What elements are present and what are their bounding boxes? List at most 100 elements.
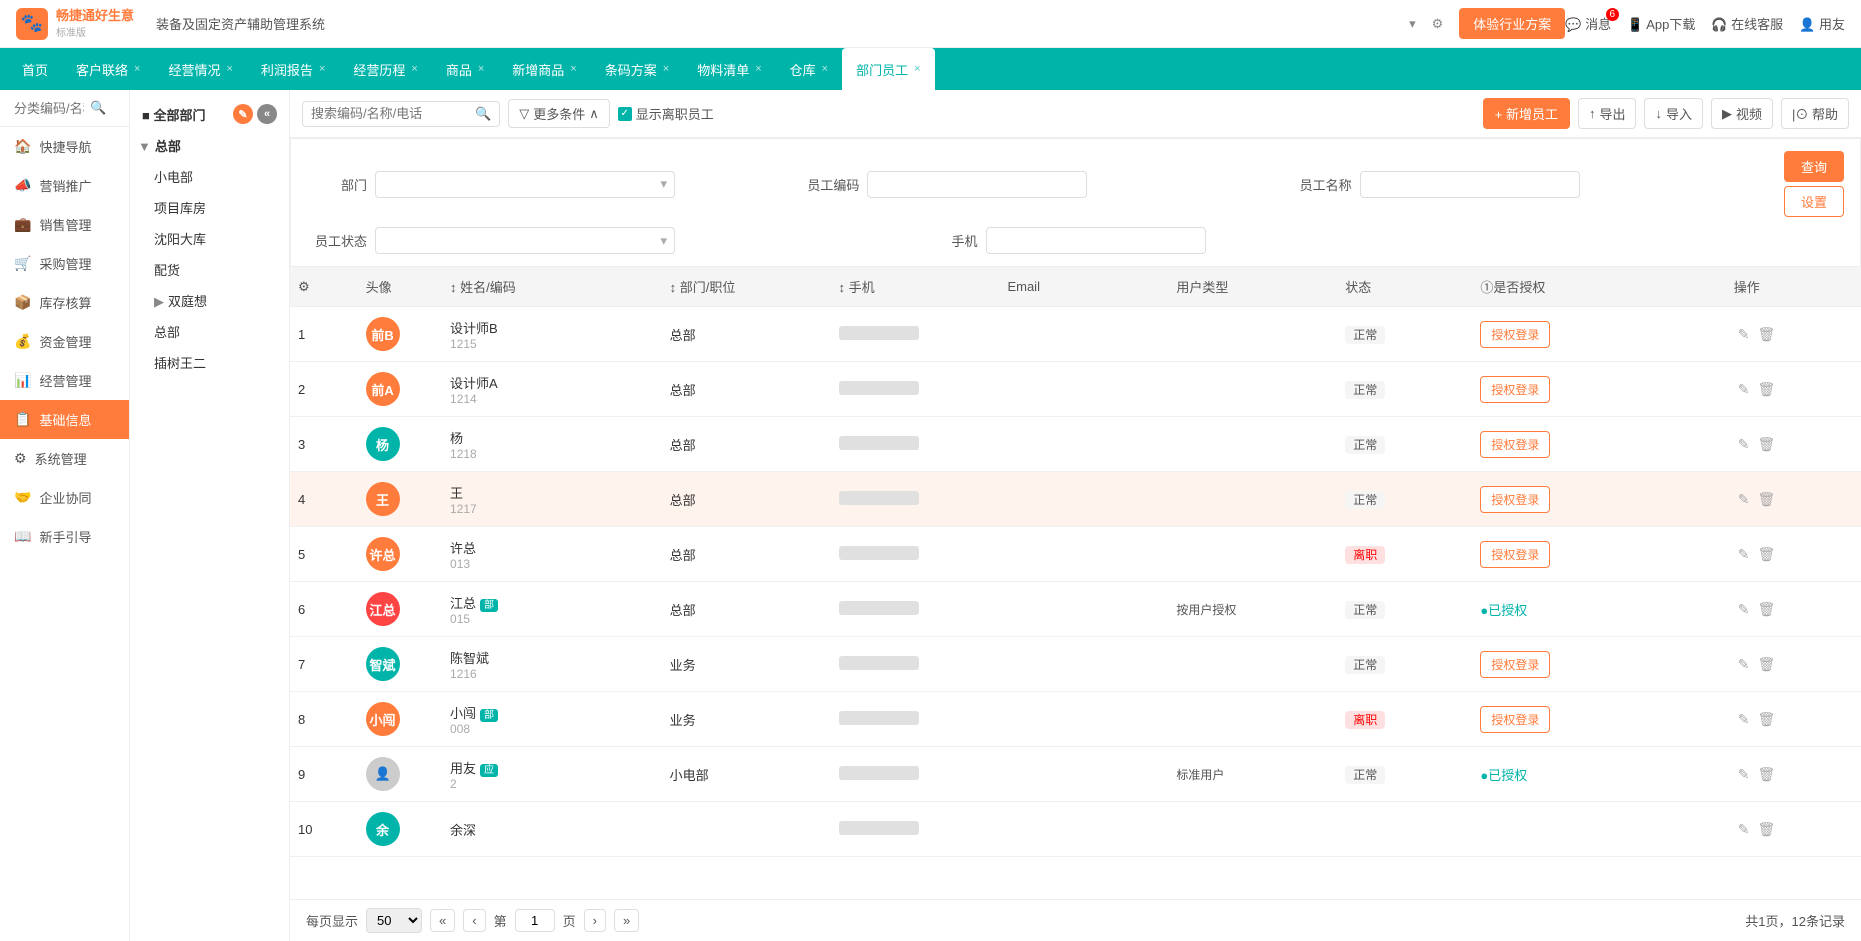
cell-auth[interactable]: 授权登录 — [1472, 637, 1725, 692]
edit-btn[interactable]: ✎ — [1734, 709, 1754, 730]
prev-page-btn[interactable]: ‹ — [463, 909, 485, 932]
edit-btn[interactable]: ✎ — [1734, 764, 1754, 785]
cell-auth[interactable] — [1472, 802, 1725, 857]
sidebar-item-ops[interactable]: 📊经营管理 — [0, 361, 129, 400]
nav-tab-商品[interactable]: 商品× — [432, 48, 498, 90]
sidebar-item-purchase[interactable]: 🛒采购管理 — [0, 244, 129, 283]
close-tab-icon[interactable]: × — [663, 63, 669, 75]
filter-status-select[interactable] — [375, 227, 675, 254]
show-resigned[interactable]: ✓ 显示离职员工 — [618, 104, 714, 123]
search-icon[interactable]: 🔍 — [475, 106, 491, 122]
edit-btn[interactable]: ✎ — [1734, 654, 1754, 675]
filter-dept-select[interactable] — [375, 171, 675, 198]
nav-tab-部门员工[interactable]: 部门员工× — [842, 48, 934, 90]
query-btn[interactable]: 查询 — [1784, 151, 1844, 182]
sidebar-item-system[interactable]: ⚙系统管理 — [0, 439, 129, 478]
auth-btn[interactable]: 授权登录 — [1480, 486, 1550, 513]
auth-btn[interactable]: 授权登录 — [1480, 706, 1550, 733]
dept-item-6[interactable]: 总部 — [130, 316, 289, 347]
cell-auth[interactable]: 授权登录 — [1472, 692, 1725, 747]
th-phone[interactable]: ↕ 手机 — [831, 267, 1000, 307]
nav-tab-物料清单[interactable]: 物料清单× — [683, 48, 775, 90]
close-tab-icon[interactable]: × — [134, 63, 140, 75]
delete-btn[interactable]: 🗑 — [1754, 599, 1780, 620]
nav-tab-经营历程[interactable]: 经营历程× — [339, 48, 431, 90]
sidebar-item-basic[interactable]: 📋基础信息 — [0, 400, 129, 439]
msg-btn[interactable]: 💬 6 消息 — [1565, 14, 1611, 33]
page-input[interactable] — [515, 909, 555, 932]
filter-empname-input[interactable] — [1360, 171, 1580, 198]
page-size-select[interactable]: 50 100 200 — [366, 908, 422, 933]
filter-phone-input[interactable] — [986, 227, 1206, 254]
expand-icon[interactable]: ▾ — [1409, 16, 1416, 32]
filter-empcode-input[interactable] — [867, 171, 1087, 198]
close-tab-icon[interactable]: × — [226, 63, 232, 75]
nav-tab-新增商品[interactable]: 新增商品× — [498, 48, 590, 90]
sidebar-item-corp[interactable]: 🤝企业协同 — [0, 478, 129, 517]
nav-tab-条码方案[interactable]: 条码方案× — [591, 48, 683, 90]
delete-btn[interactable]: 🗑 — [1754, 379, 1780, 400]
show-resigned-checkbox[interactable]: ✓ — [618, 107, 632, 121]
app-download[interactable]: 📱 App下载 — [1627, 14, 1695, 33]
nav-tab-利润报告[interactable]: 利润报告× — [247, 48, 339, 90]
auth-btn[interactable]: 授权登录 — [1480, 376, 1550, 403]
th-name[interactable]: ↕ 姓名/编码 — [442, 267, 662, 307]
delete-btn[interactable]: 🗑 — [1754, 819, 1780, 840]
setting-btn[interactable]: 设置 — [1784, 186, 1844, 217]
delete-btn[interactable]: 🗑 — [1754, 489, 1780, 510]
delete-btn[interactable]: 🗑 — [1754, 324, 1780, 345]
search-input[interactable] — [311, 106, 471, 121]
sidebar-item-quick[interactable]: 🏠快捷导航 — [0, 127, 129, 166]
nav-tab-客户联络[interactable]: 客户联络× — [62, 48, 154, 90]
sidebar-item-guide[interactable]: 📖新手引导 — [0, 517, 129, 556]
close-tab-icon[interactable]: × — [319, 63, 325, 75]
close-tab-icon[interactable]: × — [411, 63, 417, 75]
add-employee-button[interactable]: + 新增员工 — [1483, 98, 1570, 129]
auth-btn[interactable]: 授权登录 — [1480, 541, 1550, 568]
view-btn[interactable]: ▶ 视频 — [1711, 98, 1773, 129]
cell-auth[interactable]: 授权登录 — [1472, 527, 1725, 582]
cell-auth[interactable]: 授权登录 — [1472, 472, 1725, 527]
close-tab-icon[interactable]: × — [478, 63, 484, 75]
nav-tab-首页[interactable]: 首页 — [8, 48, 62, 90]
online-service[interactable]: 🎧 在线客服 — [1711, 14, 1783, 33]
next-page-btn[interactable]: › — [584, 909, 606, 932]
sidebar-item-sales[interactable]: 💼销售管理 — [0, 205, 129, 244]
close-tab-icon[interactable]: × — [570, 63, 576, 75]
edit-btn[interactable]: ✎ — [1734, 324, 1754, 345]
dept-item-0[interactable]: ▼总部 — [130, 130, 289, 161]
cell-auth[interactable]: 授权登录 — [1472, 417, 1725, 472]
gear-icon[interactable]: ⚙ — [1432, 16, 1444, 32]
edit-btn[interactable]: ✎ — [1734, 599, 1754, 620]
delete-btn[interactable]: 🗑 — [1754, 434, 1780, 455]
sidebar-item-marketing[interactable]: 📣营销推广 — [0, 166, 129, 205]
sidebar-search[interactable]: 🔍 — [0, 90, 129, 127]
dept-item-7[interactable]: 插树王二 — [130, 347, 289, 378]
dept-item-2[interactable]: 项目库房 — [130, 192, 289, 223]
dept-item-5[interactable]: ▶双庭想 — [130, 285, 289, 316]
close-tab-icon[interactable]: × — [755, 63, 761, 75]
dept-edit-icon[interactable]: ✎ — [233, 104, 253, 124]
auth-btn[interactable]: 授权登录 — [1480, 651, 1550, 678]
auth-btn[interactable]: 授权登录 — [1480, 321, 1550, 348]
cell-auth[interactable]: 授权登录 — [1472, 307, 1725, 362]
user-area[interactable]: 👤 用友 — [1799, 14, 1845, 33]
edit-btn[interactable]: ✎ — [1734, 819, 1754, 840]
auth-btn[interactable]: 授权登录 — [1480, 431, 1550, 458]
dept-item-1[interactable]: 小电部 — [130, 161, 289, 192]
export-btn[interactable]: ↑ 导出 — [1578, 98, 1637, 129]
dept-collapse-icon[interactable]: « — [257, 104, 277, 124]
delete-btn[interactable]: 🗑 — [1754, 544, 1780, 565]
cell-auth[interactable]: 授权登录 — [1472, 362, 1725, 417]
delete-btn[interactable]: 🗑 — [1754, 654, 1780, 675]
delete-btn[interactable]: 🗑 — [1754, 764, 1780, 785]
edit-btn[interactable]: ✎ — [1734, 544, 1754, 565]
edit-btn[interactable]: ✎ — [1734, 379, 1754, 400]
exp-btn[interactable]: 体验行业方案 — [1459, 8, 1565, 39]
edit-btn[interactable]: ✎ — [1734, 434, 1754, 455]
edit-btn[interactable]: ✎ — [1734, 489, 1754, 510]
sidebar-item-finance[interactable]: 💰资金管理 — [0, 322, 129, 361]
sidebar-search-input[interactable] — [14, 101, 84, 116]
import-btn[interactable]: ↓ 导入 — [1644, 98, 1703, 129]
first-page-btn[interactable]: « — [430, 909, 455, 932]
